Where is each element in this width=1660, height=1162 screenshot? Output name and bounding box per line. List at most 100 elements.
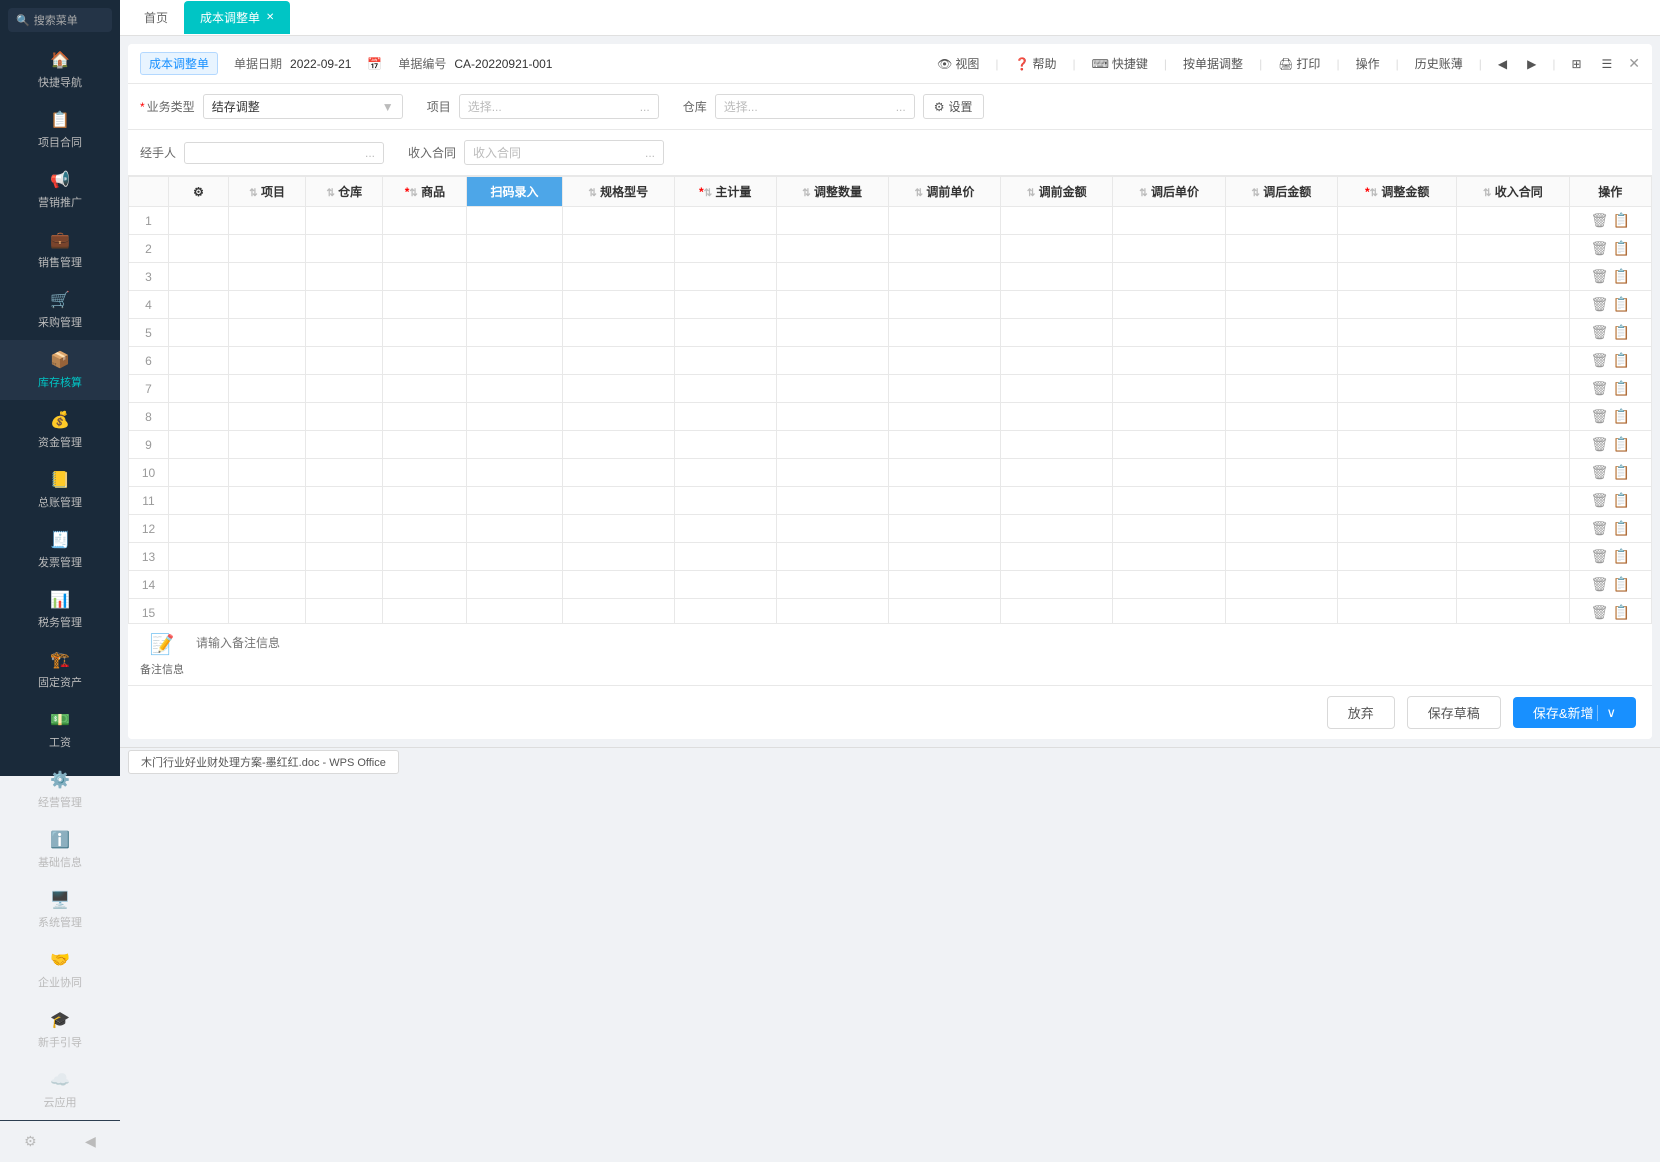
view-btn[interactable]: 👁 视图 — [933, 53, 983, 74]
cell-warehouse[interactable] — [306, 515, 383, 543]
cell-adj_qty[interactable] — [776, 347, 888, 375]
cell-prev_unit_price[interactable] — [888, 543, 1000, 571]
cell-settings[interactable] — [169, 515, 229, 543]
shortcut-btn[interactable]: ⌨ 快捷键 — [1088, 53, 1152, 74]
operation-btn[interactable]: 操作 — [1352, 53, 1384, 74]
cell-prev_amount[interactable] — [1001, 599, 1113, 624]
cell-prev_amount[interactable] — [1001, 571, 1113, 599]
copy-icon[interactable]: 📋 — [1612, 212, 1629, 229]
cell-after_unit_price[interactable] — [1113, 375, 1225, 403]
cell-project[interactable] — [229, 347, 306, 375]
project-input[interactable]: 选择... ... — [459, 94, 659, 119]
cell-goods[interactable] — [383, 431, 467, 459]
cell-project[interactable] — [229, 487, 306, 515]
cell-after_unit_price[interactable] — [1113, 291, 1225, 319]
cell-prev_unit_price[interactable] — [888, 515, 1000, 543]
cell-prev_amount[interactable] — [1001, 515, 1113, 543]
cell-goods[interactable] — [383, 487, 467, 515]
nav-next-btn[interactable]: ▶ — [1523, 55, 1540, 73]
cell-after_amount[interactable] — [1225, 571, 1337, 599]
th-adj-qty[interactable]: ⇅ 调整数量 — [776, 177, 888, 207]
cell-adj_amount[interactable] — [1338, 599, 1457, 624]
cell-project[interactable] — [229, 403, 306, 431]
cell-prev_amount[interactable] — [1001, 235, 1113, 263]
cell-after_amount[interactable] — [1225, 375, 1337, 403]
cell-adj_amount[interactable] — [1338, 263, 1457, 291]
cell-goods[interactable] — [383, 263, 467, 291]
cell-scan[interactable] — [467, 459, 562, 487]
cell-prev_amount[interactable] — [1001, 207, 1113, 235]
settings-button[interactable]: ⚙ 设置 — [923, 94, 984, 119]
cell-settings[interactable] — [169, 263, 229, 291]
cell-prev_unit_price[interactable] — [888, 207, 1000, 235]
th-spec[interactable]: ⇅ 规格型号 — [562, 177, 674, 207]
cell-warehouse[interactable] — [306, 347, 383, 375]
cell-settings[interactable] — [169, 291, 229, 319]
cell-project[interactable] — [229, 543, 306, 571]
cell-adj_qty[interactable] — [776, 431, 888, 459]
cell-scan[interactable] — [467, 487, 562, 515]
cell-goods[interactable] — [383, 599, 467, 624]
copy-icon[interactable]: 📋 — [1612, 520, 1629, 537]
delete-icon[interactable]: 🗑 — [1591, 212, 1609, 229]
cell-income_contract[interactable] — [1457, 403, 1569, 431]
cell-goods[interactable] — [383, 571, 467, 599]
cell-prev_amount[interactable] — [1001, 403, 1113, 431]
th-warehouse[interactable]: ⇅ 仓库 — [306, 177, 383, 207]
cell-warehouse[interactable] — [306, 403, 383, 431]
cell-after_unit_price[interactable] — [1113, 487, 1225, 515]
delete-icon[interactable]: 🗑 — [1591, 268, 1609, 285]
cell-warehouse[interactable] — [306, 319, 383, 347]
sidebar-item-enterprise[interactable]: 🤝 企业协同 — [0, 940, 120, 1000]
cell-adj_qty[interactable] — [776, 263, 888, 291]
th-adj-amount[interactable]: *⇅ 调整金额 — [1338, 177, 1457, 207]
cell-spec[interactable] — [562, 431, 674, 459]
cell-after_amount[interactable] — [1225, 347, 1337, 375]
delete-icon[interactable]: 🗑 — [1591, 604, 1609, 621]
cell-after_unit_price[interactable] — [1113, 571, 1225, 599]
cell-adj_amount[interactable] — [1338, 291, 1457, 319]
cell-unit[interactable] — [674, 263, 776, 291]
cell-scan[interactable] — [467, 263, 562, 291]
cell-settings[interactable] — [169, 403, 229, 431]
cell-after_amount[interactable] — [1225, 403, 1337, 431]
cell-scan[interactable] — [467, 375, 562, 403]
cell-goods[interactable] — [383, 515, 467, 543]
th-unit[interactable]: *⇅ 主计量 — [674, 177, 776, 207]
sidebar-item-marketing[interactable]: 📢 营销推广 — [0, 160, 120, 220]
cell-income_contract[interactable] — [1457, 319, 1569, 347]
cell-after_amount[interactable] — [1225, 515, 1337, 543]
delete-icon[interactable]: 🗑 — [1591, 380, 1609, 397]
cell-after_amount[interactable] — [1225, 543, 1337, 571]
help-btn[interactable]: ❓ 帮助 — [1010, 53, 1060, 74]
cell-unit[interactable] — [674, 431, 776, 459]
cell-goods[interactable] — [383, 235, 467, 263]
cell-unit[interactable] — [674, 515, 776, 543]
delete-icon[interactable]: 🗑 — [1591, 464, 1609, 481]
cell-spec[interactable] — [562, 263, 674, 291]
cell-income_contract[interactable] — [1457, 291, 1569, 319]
sidebar-search-button[interactable]: 🔍 搜索菜单 — [8, 8, 112, 32]
cell-unit[interactable] — [674, 319, 776, 347]
cell-settings[interactable] — [169, 487, 229, 515]
cell-warehouse[interactable] — [306, 543, 383, 571]
sidebar-item-quick-nav[interactable]: 🏠 快捷导航 — [0, 40, 120, 100]
cell-adj_qty[interactable] — [776, 235, 888, 263]
delete-icon[interactable]: 🗑 — [1591, 324, 1609, 341]
cell-scan[interactable] — [467, 515, 562, 543]
cell-scan[interactable] — [467, 207, 562, 235]
cell-spec[interactable] — [562, 459, 674, 487]
cell-after_unit_price[interactable] — [1113, 319, 1225, 347]
cell-adj_amount[interactable] — [1338, 207, 1457, 235]
cell-adj_qty[interactable] — [776, 543, 888, 571]
cell-unit[interactable] — [674, 543, 776, 571]
cell-income_contract[interactable] — [1457, 543, 1569, 571]
cell-prev_amount[interactable] — [1001, 487, 1113, 515]
cell-project[interactable] — [229, 319, 306, 347]
cell-warehouse[interactable] — [306, 599, 383, 624]
copy-icon[interactable]: 📋 — [1612, 548, 1629, 565]
cell-project[interactable] — [229, 431, 306, 459]
cell-adj_qty[interactable] — [776, 403, 888, 431]
save-draft-button[interactable]: 保存草稿 — [1407, 696, 1501, 729]
cell-income_contract[interactable] — [1457, 263, 1569, 291]
